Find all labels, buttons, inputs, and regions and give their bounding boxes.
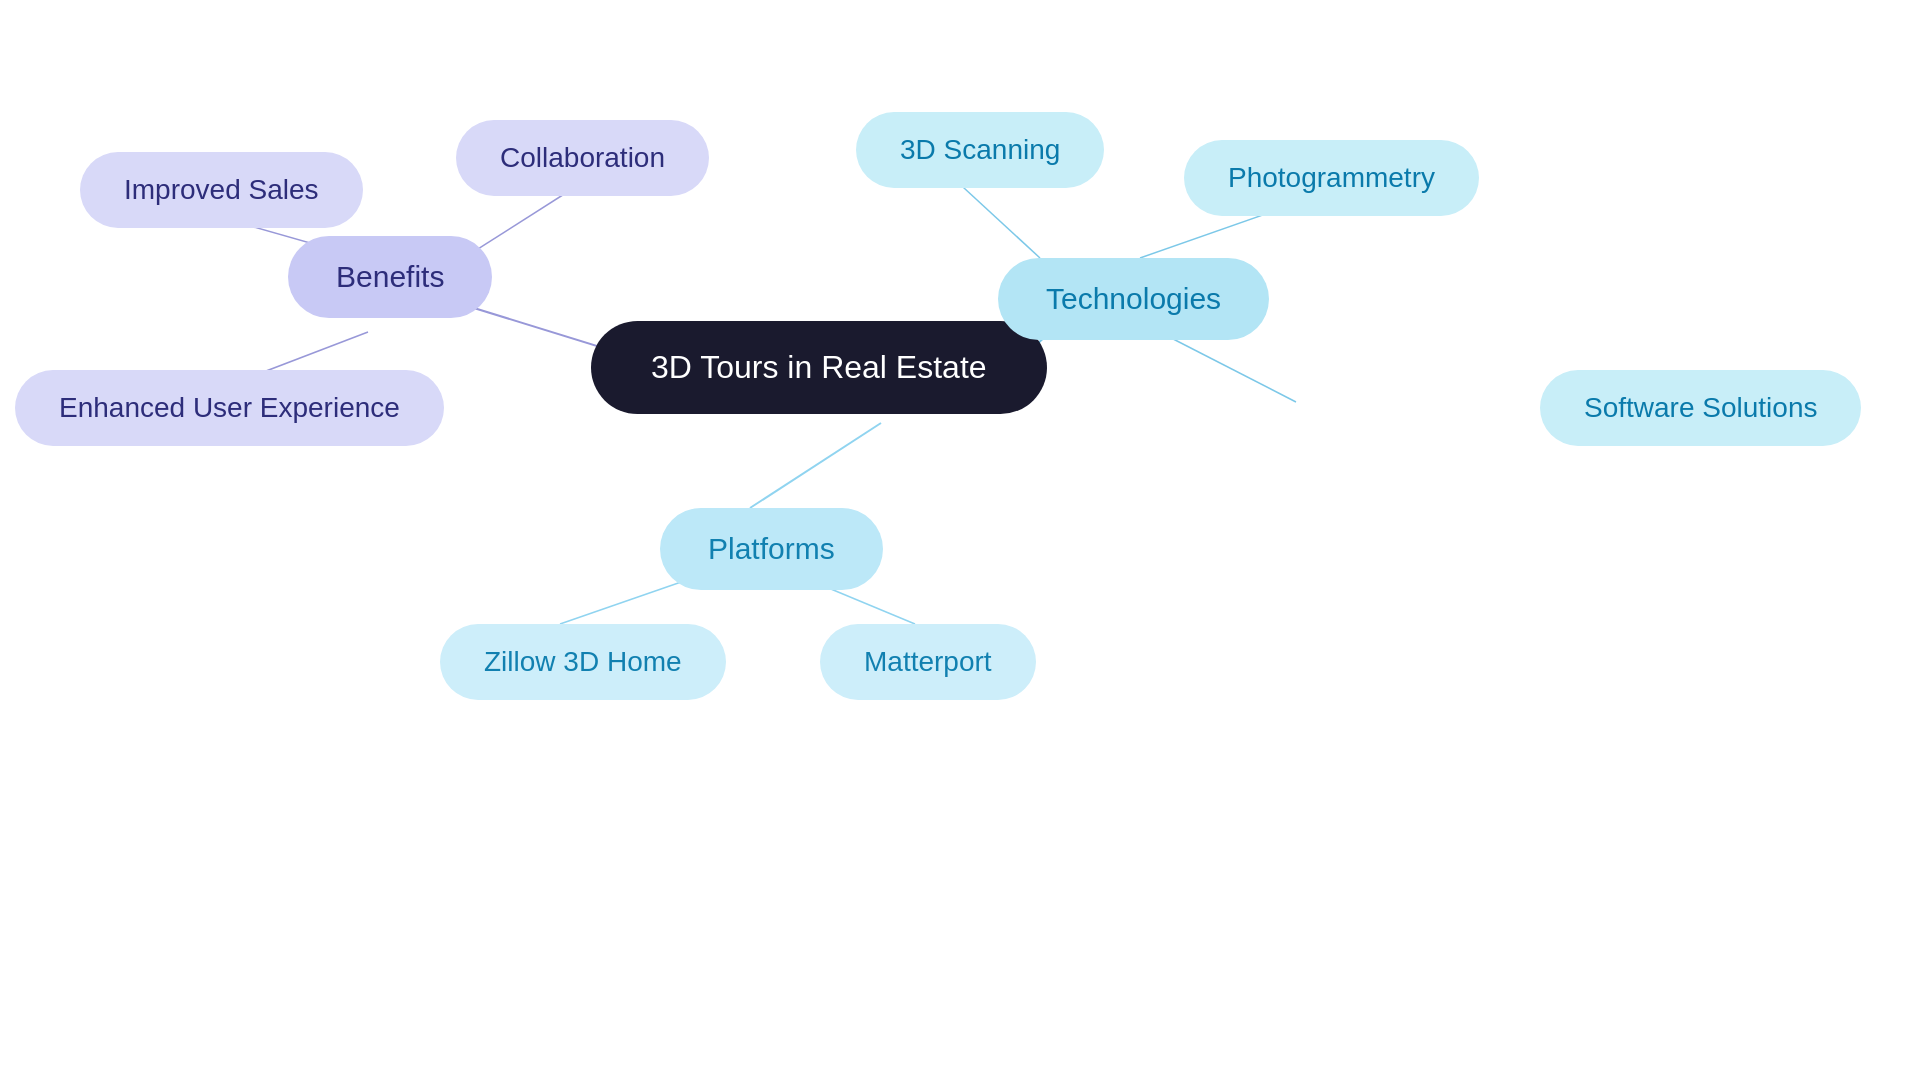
center-node: 3D Tours in Real Estate <box>591 321 1047 414</box>
collaboration-node: Collaboration <box>456 120 709 196</box>
svg-line-6 <box>951 176 1040 258</box>
svg-line-2 <box>750 423 881 508</box>
software-solutions-node: Software Solutions <box>1540 370 1861 446</box>
zillow-node: Zillow 3D Home <box>440 624 726 700</box>
improved-sales-node: Improved Sales <box>80 152 363 228</box>
enhanced-ux-node: Enhanced User Experience <box>15 370 444 446</box>
photogrammetry-node: Photogrammetry <box>1184 140 1479 216</box>
platforms-branch: Platforms <box>660 508 883 590</box>
technologies-branch: Technologies <box>998 258 1269 340</box>
3d-scanning-node: 3D Scanning <box>856 112 1104 188</box>
matterport-node: Matterport <box>820 624 1036 700</box>
benefits-branch: Benefits <box>288 236 492 318</box>
